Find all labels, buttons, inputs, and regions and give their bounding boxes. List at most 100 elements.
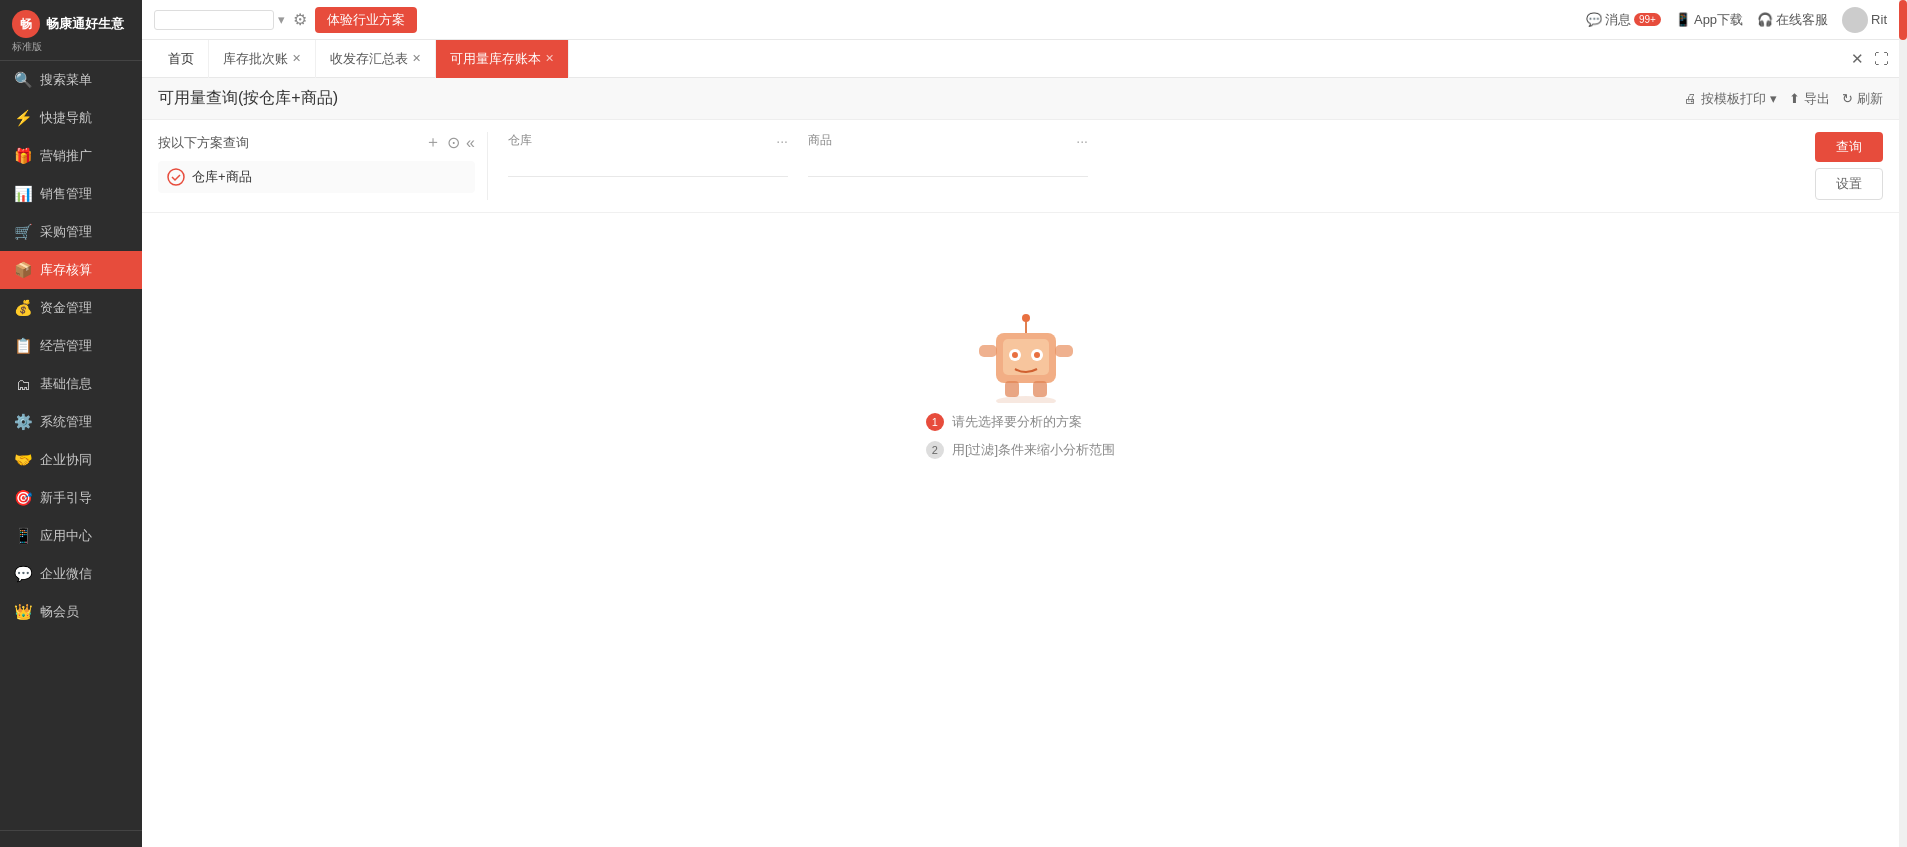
brand-edition: 标准版: [12, 40, 130, 54]
sidebar-item-basic[interactable]: 🗂 基础信息: [0, 365, 142, 403]
sidebar-item-shortcut[interactable]: ⚡ 快捷导航: [0, 99, 142, 137]
sidebar-item-search[interactable]: 🔍 搜索菜单: [0, 61, 142, 99]
sidebar-label-member: 畅会员: [40, 603, 79, 621]
message-icon: 💬: [1586, 12, 1602, 27]
sidebar-label-appcenter: 应用中心: [40, 527, 92, 545]
tab-available[interactable]: 可用量库存账本 ✕: [436, 40, 569, 78]
sidebar-label-marketing: 营销推广: [40, 147, 92, 165]
page-header: 可用量查询(按仓库+商品) 🖨 按模板打印 ▾ ⬆ 导出 ↻ 刷新: [142, 78, 1899, 120]
tip-text-1: 请先选择要分析的方案: [952, 413, 1082, 431]
sidebar-icon-sales: 📊: [14, 185, 32, 203]
tabs-close-btn[interactable]: ✕: [1851, 50, 1864, 68]
print-btn[interactable]: 🖨 按模板打印 ▾: [1684, 90, 1777, 108]
breadcrumb-input[interactable]: [154, 10, 274, 30]
svg-point-0: [168, 169, 184, 185]
industry-btn[interactable]: 体验行业方案: [315, 7, 417, 33]
refresh-btn[interactable]: ↻ 刷新: [1842, 90, 1883, 108]
svg-rect-9: [1005, 381, 1019, 397]
message-btn[interactable]: 💬 消息 99+: [1586, 11, 1661, 29]
svg-point-6: [1034, 352, 1040, 358]
tabs-right-controls: ✕ ⛶: [1841, 50, 1899, 68]
sidebar-item-member[interactable]: 👑 畅会员: [0, 593, 142, 631]
empty-tips: 1 请先选择要分析的方案 2 用[过滤]条件来缩小分析范围: [926, 413, 1115, 459]
avatar: [1842, 7, 1868, 33]
settings-button[interactable]: 设置: [1815, 168, 1883, 200]
dropdown-icon[interactable]: ▾: [278, 12, 285, 27]
tip-num-1: 1: [926, 413, 944, 431]
sidebar-label-system: 系统管理: [40, 413, 92, 431]
sidebar-label-newguide: 新手引导: [40, 489, 92, 507]
warehouse-field: 仓库 ···: [508, 132, 788, 177]
message-badge: 99+: [1634, 13, 1661, 26]
breadcrumb: ▾: [154, 10, 285, 30]
service-btn[interactable]: 🎧 在线客服: [1757, 11, 1828, 29]
product-more-btn[interactable]: ···: [1076, 133, 1088, 149]
sidebar-item-appcenter[interactable]: 📱 应用中心: [0, 517, 142, 555]
svg-rect-7: [979, 345, 997, 357]
sidebar-item-sales[interactable]: 📊 销售管理: [0, 175, 142, 213]
sidebar-item-marketing[interactable]: 🎁 营销推广: [0, 137, 142, 175]
tab-batch[interactable]: 库存批次账 ✕: [209, 40, 316, 78]
add-scheme-btn[interactable]: ＋: [425, 132, 441, 153]
sidebar-item-newguide[interactable]: 🎯 新手引导: [0, 479, 142, 517]
sidebar-item-inventory[interactable]: 📦 库存核算: [0, 251, 142, 289]
sidebar-item-wxenterprise[interactable]: 💬 企业微信: [0, 555, 142, 593]
product-field: 商品 ···: [808, 132, 1088, 177]
sidebar-icon-wxenterprise: 💬: [14, 565, 32, 583]
tab-home[interactable]: 首页: [154, 40, 209, 78]
summary-tab-close[interactable]: ✕: [412, 52, 421, 65]
print-dropdown-icon[interactable]: ▾: [1770, 91, 1777, 106]
sidebar-icon-marketing: 🎁: [14, 147, 32, 165]
scheme-item-warehouse-product[interactable]: 仓库+商品: [158, 161, 475, 193]
sidebar-item-finance[interactable]: 💰 资金管理: [0, 289, 142, 327]
sidebar-label-wxenterprise: 企业微信: [40, 565, 92, 583]
sidebar-label-operation: 经营管理: [40, 337, 92, 355]
batch-tab-label: 库存批次账: [223, 50, 288, 68]
sidebar-item-operation[interactable]: 📋 经营管理: [0, 327, 142, 365]
settings-scheme-btn[interactable]: ⊙: [447, 132, 460, 153]
sidebar-icon-finance: 💰: [14, 299, 32, 317]
app-download-btn[interactable]: 📱 App下载: [1675, 11, 1743, 29]
right-scrollbar[interactable]: [1899, 0, 1907, 847]
summary-tab-label: 收发存汇总表: [330, 50, 408, 68]
warehouse-label-text: 仓库: [508, 132, 532, 149]
sidebar-label-enterprise: 企业协同: [40, 451, 92, 469]
filter-scheme-actions: ＋ ⊙ «: [425, 132, 475, 153]
query-button[interactable]: 查询: [1815, 132, 1883, 162]
tip-num-2: 2: [926, 441, 944, 459]
batch-tab-close[interactable]: ✕: [292, 52, 301, 65]
header-actions: 🖨 按模板打印 ▾ ⬆ 导出 ↻ 刷新: [1684, 90, 1883, 108]
tabs-expand-btn[interactable]: ⛶: [1874, 50, 1889, 67]
sidebar-icon-inventory: 📦: [14, 261, 32, 279]
main-area: ▾ ⚙ 体验行业方案 💬 消息 99+ 📱 App下载 🎧 在线客服 Rit: [142, 0, 1899, 847]
robot-svg: [971, 293, 1081, 403]
page-content: 可用量查询(按仓库+商品) 🖨 按模板打印 ▾ ⬆ 导出 ↻ 刷新: [142, 78, 1899, 847]
product-field-label: 商品 ···: [808, 132, 1088, 149]
collapse-btn[interactable]: «: [466, 132, 475, 153]
sidebar-label-purchase: 采购管理: [40, 223, 92, 241]
warehouse-more-btn[interactable]: ···: [776, 133, 788, 149]
tab-summary[interactable]: 收发存汇总表 ✕: [316, 40, 436, 78]
warehouse-input[interactable]: [508, 153, 788, 177]
product-input[interactable]: [808, 153, 1088, 177]
phone-icon: 📱: [1675, 12, 1691, 27]
sidebar-item-enterprise[interactable]: 🤝 企业协同: [0, 441, 142, 479]
export-btn[interactable]: ⬆ 导出: [1789, 90, 1830, 108]
svg-rect-10: [1033, 381, 1047, 397]
page-title: 可用量查询(按仓库+商品): [158, 88, 338, 109]
empty-tip-2: 2 用[过滤]条件来缩小分析范围: [926, 441, 1115, 459]
empty-state: 1 请先选择要分析的方案 2 用[过滤]条件来缩小分析范围: [142, 213, 1899, 539]
sidebar-label-sales: 销售管理: [40, 185, 92, 203]
filter-action-buttons: 查询 设置: [1815, 132, 1883, 200]
service-label: 在线客服: [1776, 11, 1828, 29]
svg-point-5: [1012, 352, 1018, 358]
sidebar-item-purchase[interactable]: 🛒 采购管理: [0, 213, 142, 251]
filter-area: 按以下方案查询 ＋ ⊙ « 仓库+商品: [142, 120, 1899, 213]
available-tab-close[interactable]: ✕: [545, 52, 554, 65]
sidebar-item-system[interactable]: ⚙️ 系统管理: [0, 403, 142, 441]
user-area[interactable]: Rit: [1842, 7, 1887, 33]
gear-button[interactable]: ⚙: [293, 10, 307, 29]
sidebar-icon-member: 👑: [14, 603, 32, 621]
sidebar-header: 畅 畅康通好生意 标准版: [0, 0, 142, 61]
filter-scheme-header: 按以下方案查询 ＋ ⊙ «: [158, 132, 475, 153]
